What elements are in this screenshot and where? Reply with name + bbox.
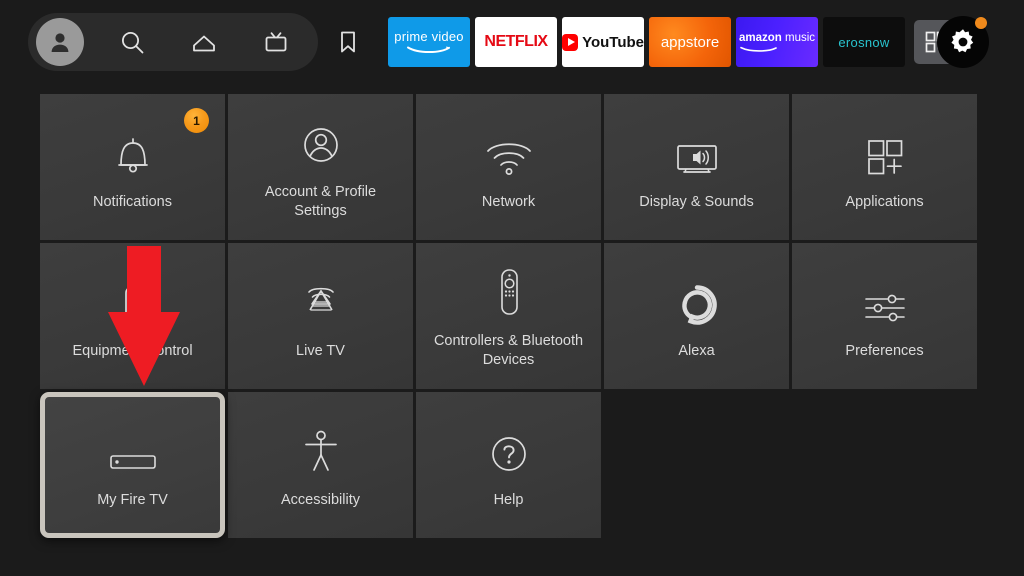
- notification-dot: [975, 17, 987, 29]
- app-tile-youtube[interactable]: YouTube: [562, 17, 644, 67]
- home-button[interactable]: [180, 18, 228, 66]
- wifi-icon: [483, 123, 535, 179]
- settings-tile-label: Notifications: [93, 193, 172, 210]
- settings-tile-equipment-control[interactable]: Equipment Control: [40, 243, 225, 389]
- tv-icon: [265, 32, 287, 52]
- settings-tile-preferences[interactable]: Preferences: [792, 243, 977, 389]
- top-navigation-bar: prime video NETFLIX YouTube appstore ama…: [0, 0, 1024, 84]
- settings-tile-label: Display & Sounds: [639, 193, 754, 210]
- settings-tile-label: Network: [481, 193, 536, 210]
- prime-smile-icon: [407, 46, 450, 54]
- amazon-smile-icon: [740, 46, 777, 52]
- search-icon: [121, 31, 143, 53]
- gear-icon: [951, 29, 974, 53]
- equipment-icon: [111, 272, 155, 328]
- settings-tile-account-profile[interactable]: Account & Profile Settings: [228, 94, 413, 240]
- accessibility-icon: [300, 421, 342, 477]
- settings-gear-button[interactable]: [937, 16, 989, 68]
- settings-tile-applications[interactable]: Applications: [792, 94, 977, 240]
- bell-icon: [110, 123, 156, 179]
- settings-tile-alexa[interactable]: Alexa: [604, 243, 789, 389]
- settings-tile-live-tv[interactable]: Live TV: [228, 243, 413, 389]
- settings-tile-label: Equipment Control: [72, 342, 193, 359]
- status-badge: 1: [184, 108, 209, 133]
- app-label-prime-video: prime video: [394, 29, 464, 44]
- settings-tile-network[interactable]: Network: [416, 94, 601, 240]
- watchlist-button[interactable]: [324, 18, 372, 66]
- fire-tv-stick-icon: [105, 421, 161, 477]
- settings-tile-label: Alexa: [678, 342, 715, 359]
- app-tile-amazon-music[interactable]: amazon music: [736, 17, 818, 67]
- settings-tile-label: My Fire TV: [97, 491, 168, 508]
- settings-tile-display-sounds[interactable]: Display & Sounds: [604, 94, 789, 240]
- settings-tile-label: Help: [493, 491, 524, 508]
- bookmark-icon: [341, 31, 355, 53]
- live-tv-button[interactable]: [252, 18, 300, 66]
- question-circle-icon: [486, 421, 532, 477]
- search-button[interactable]: [108, 18, 156, 66]
- settings-tile-label: Live TV: [296, 342, 345, 359]
- settings-tile-label: Accessibility: [281, 491, 360, 508]
- app-label-eros-now: erosnow: [838, 34, 890, 50]
- app-tile-netflix[interactable]: NETFLIX: [475, 17, 557, 67]
- app-label-appstore: appstore: [660, 33, 720, 51]
- home-icon: [193, 35, 215, 52]
- avatar: [36, 18, 84, 66]
- tv-speaker-icon: [671, 123, 723, 179]
- app-label-amazon-music: amazon music: [738, 32, 816, 45]
- fire-tv-settings-screen: prime video NETFLIX YouTube appstore ama…: [0, 0, 1024, 576]
- app-shortcut-row: prime video NETFLIX YouTube appstore ama…: [388, 17, 958, 67]
- app-label-netflix: NETFLIX: [484, 33, 548, 50]
- settings-tile-label: Applications: [845, 193, 924, 210]
- settings-tile-label: Controllers & Bluetooth Devices: [433, 333, 584, 368]
- settings-tile-help[interactable]: Help: [416, 392, 601, 538]
- app-tile-eros-now[interactable]: erosnow: [823, 17, 905, 67]
- settings-tile-my-fire-tv[interactable]: My Fire TV: [40, 392, 225, 538]
- remote-control-icon: [489, 262, 529, 318]
- profile-avatar[interactable]: [36, 18, 84, 66]
- app-tile-appstore[interactable]: appstore: [649, 17, 731, 67]
- settings-tile-grid: 1 Notifications Account & Profile Settin…: [40, 94, 984, 538]
- nav-icon-group: [36, 18, 372, 66]
- app-label-youtube: YouTube: [582, 33, 644, 51]
- broadcast-tower-icon: [296, 272, 346, 328]
- settings-tile-label: Account & Profile Settings: [264, 184, 377, 219]
- alexa-ring-icon: [674, 272, 720, 328]
- apps-grid-plus-icon: [862, 123, 908, 179]
- sliders-icon: [859, 272, 911, 328]
- settings-tile-accessibility[interactable]: Accessibility: [228, 392, 413, 538]
- user-avatar-icon: [51, 33, 69, 52]
- settings-tile-controllers-bluetooth[interactable]: Controllers & Bluetooth Devices: [416, 243, 601, 389]
- person-circle-icon: [297, 113, 345, 169]
- app-tile-prime-video[interactable]: prime video: [388, 17, 470, 67]
- youtube-play-icon: [562, 33, 579, 51]
- settings-tile-notifications[interactable]: 1 Notifications: [40, 94, 225, 240]
- settings-tile-label: Preferences: [845, 342, 924, 359]
